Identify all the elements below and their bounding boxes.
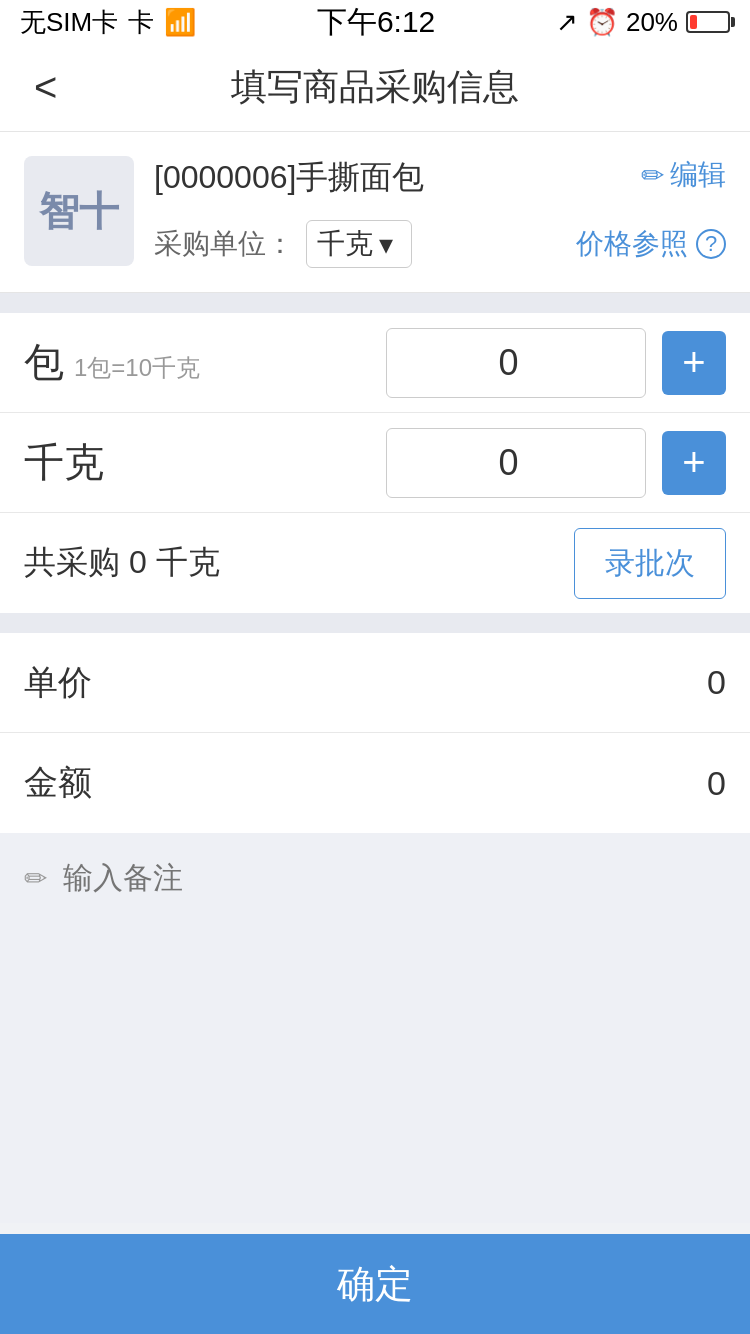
alarm-icon: ⏰ bbox=[586, 7, 618, 38]
product-section: 智十 [0000006]手撕面包 ✏ 编辑 采购单位： 千克 ▾ 价格参照 ? bbox=[0, 132, 750, 293]
remark-section: ✏ bbox=[0, 833, 750, 923]
content-background bbox=[0, 923, 750, 1223]
input-section: 包 1包=10千克 + 千克 + 共采购 0 千克 录批次 bbox=[0, 313, 750, 613]
status-time: 下午6:12 bbox=[317, 2, 435, 43]
nav-bar: < 填写商品采购信息 bbox=[0, 44, 750, 132]
record-batch-button[interactable]: 录批次 bbox=[574, 528, 726, 599]
status-bar: 无SIM卡 卡 📶 下午6:12 ↗ ⏰ 20% bbox=[0, 0, 750, 44]
unit-price-label: 单价 bbox=[24, 660, 92, 706]
unit-price-value: 0 bbox=[707, 663, 726, 702]
bag-plus-button[interactable]: + bbox=[662, 331, 726, 395]
amount-row: 金额 0 bbox=[0, 733, 750, 833]
edit-button[interactable]: ✏ 编辑 bbox=[641, 156, 726, 194]
kg-field-wrap: + bbox=[164, 428, 726, 498]
divider-2 bbox=[0, 613, 750, 633]
kg-input[interactable] bbox=[386, 428, 646, 498]
price-ref-button[interactable]: 价格参照 ? bbox=[576, 225, 726, 263]
pencil-icon: ✏ bbox=[641, 159, 664, 192]
carrier-label: 无SIM卡 bbox=[20, 5, 118, 40]
unit-label: 采购单位： 千克 ▾ bbox=[154, 220, 412, 268]
bag-row: 包 1包=10千克 + bbox=[0, 313, 750, 413]
product-meta: 采购单位： 千克 ▾ 价格参照 ? bbox=[154, 220, 726, 268]
sim-label: 卡 bbox=[128, 5, 154, 40]
product-name: [0000006]手撕面包 bbox=[154, 156, 424, 200]
location-icon: ↗ bbox=[556, 7, 578, 38]
chevron-down-icon: ▾ bbox=[379, 228, 393, 261]
status-right: ↗ ⏰ 20% bbox=[556, 7, 730, 38]
status-left: 无SIM卡 卡 📶 bbox=[20, 5, 196, 40]
confirm-button[interactable]: 确定 bbox=[0, 1234, 750, 1334]
divider-1 bbox=[0, 293, 750, 313]
product-header: [0000006]手撕面包 ✏ 编辑 bbox=[154, 156, 726, 200]
bag-field-wrap: + bbox=[200, 328, 726, 398]
unit-price-row: 单价 0 bbox=[0, 633, 750, 733]
price-section: 单价 0 金额 0 bbox=[0, 633, 750, 833]
help-icon: ? bbox=[696, 229, 726, 259]
amount-label: 金额 bbox=[24, 760, 92, 806]
page-title: 填写商品采购信息 bbox=[231, 63, 519, 112]
bag-label: 包 1包=10千克 bbox=[24, 335, 200, 390]
battery-icon bbox=[686, 11, 730, 33]
wifi-icon: 📶 bbox=[164, 7, 196, 38]
product-logo: 智十 bbox=[39, 189, 119, 233]
summary-text: 共采购 0 千克 bbox=[24, 541, 220, 585]
kg-row: 千克 + bbox=[0, 413, 750, 513]
product-image: 智十 bbox=[24, 156, 134, 266]
remark-input[interactable] bbox=[63, 861, 726, 895]
product-info: [0000006]手撕面包 ✏ 编辑 采购单位： 千克 ▾ 价格参照 ? bbox=[154, 156, 726, 268]
back-button[interactable]: < bbox=[24, 55, 67, 120]
amount-value: 0 bbox=[707, 764, 726, 803]
bag-input[interactable] bbox=[386, 328, 646, 398]
unit-select[interactable]: 千克 ▾ bbox=[306, 220, 412, 268]
kg-label: 千克 bbox=[24, 435, 164, 490]
summary-row: 共采购 0 千克 录批次 bbox=[0, 513, 750, 613]
pencil-remark-icon: ✏ bbox=[24, 862, 47, 895]
kg-plus-button[interactable]: + bbox=[662, 431, 726, 495]
battery-percent: 20% bbox=[626, 7, 678, 38]
